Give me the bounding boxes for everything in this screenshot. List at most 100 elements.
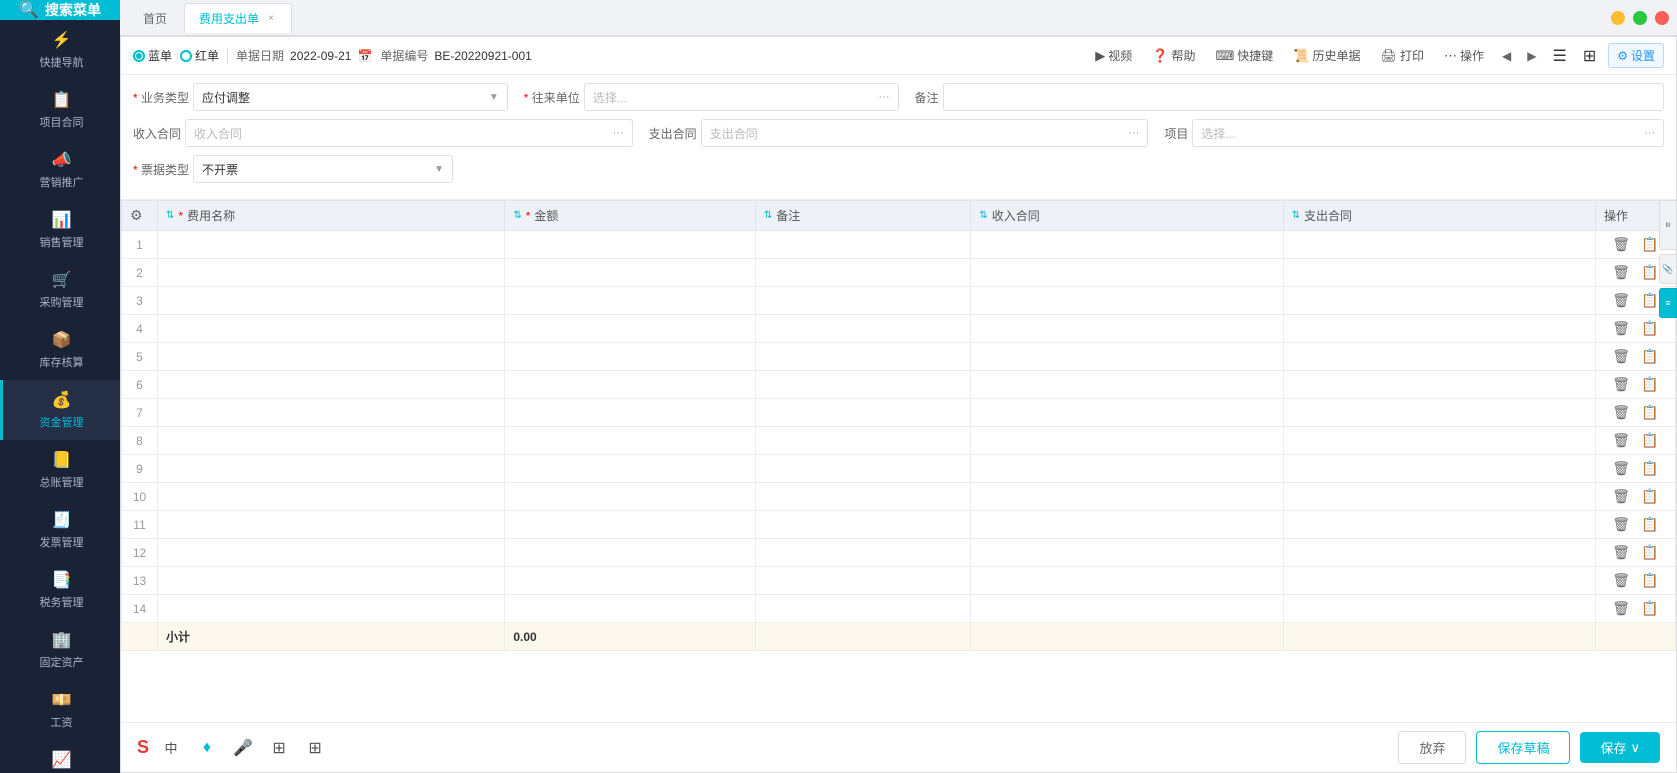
sidebar-item-project-contract[interactable]: 📋 项目合同 [0, 80, 120, 140]
delete-row-btn[interactable]: 🗑 [1610, 234, 1632, 254]
cell-amount[interactable] [505, 539, 755, 567]
cell-expense-contract[interactable] [1283, 287, 1595, 315]
shortcut-btn[interactable]: ⌨ 快捷键 [1209, 44, 1279, 67]
table-container[interactable]: ⚙ ⇅ * 费用名称 ⇅ * [121, 200, 1676, 722]
copy-row-btn[interactable]: 📋 [1639, 234, 1660, 254]
cell-expense-name[interactable] [158, 399, 505, 427]
cell-expense-name[interactable] [158, 315, 505, 343]
th-expense-name[interactable]: ⇅ * 费用名称 [158, 201, 505, 231]
help-btn[interactable]: ❓ 帮助 [1146, 44, 1201, 67]
tab-home[interactable]: 首页 [128, 3, 182, 33]
cell-remark[interactable] [755, 287, 970, 315]
voice-btn[interactable]: 🎤 [229, 734, 257, 762]
copy-row-btn[interactable]: 📋 [1639, 542, 1660, 562]
cell-expense-name[interactable] [158, 483, 505, 511]
close-btn[interactable]: × [1655, 11, 1669, 25]
cell-expense-contract[interactable] [1283, 539, 1595, 567]
cell-expense-name[interactable] [158, 343, 505, 371]
cell-expense-contract[interactable] [1283, 483, 1595, 511]
cell-income-contract[interactable] [971, 595, 1283, 623]
settings-button[interactable]: ⚙ 设置 [1608, 43, 1664, 68]
cell-amount[interactable] [505, 427, 755, 455]
cell-income-contract[interactable] [971, 567, 1283, 595]
cell-income-contract[interactable] [971, 371, 1283, 399]
mic-btn[interactable]: ♦ [193, 734, 221, 762]
blue-doc-radio[interactable]: 蓝单 [133, 47, 172, 64]
video-btn[interactable]: ▶ 视频 [1089, 44, 1138, 67]
delete-row-btn[interactable]: 🗑 [1610, 570, 1632, 590]
copy-row-btn[interactable]: 📋 [1639, 486, 1660, 506]
save-button[interactable]: 保存 ∨ [1580, 732, 1660, 763]
cell-amount[interactable] [505, 511, 755, 539]
sidebar-item-purchase-mgmt[interactable]: 🛒 采购管理 [0, 260, 120, 320]
cell-expense-contract[interactable] [1283, 511, 1595, 539]
red-doc-radio[interactable]: 红单 [180, 47, 219, 64]
cell-amount[interactable] [505, 595, 755, 623]
cell-expense-contract[interactable] [1283, 315, 1595, 343]
operations-btn[interactable]: ⋯ 操作 [1438, 44, 1490, 67]
cell-expense-contract[interactable] [1283, 371, 1595, 399]
th-remark[interactable]: ⇅ 备注 [755, 201, 970, 231]
cell-remark[interactable] [755, 315, 970, 343]
th-amount[interactable]: ⇅ * 金额 [505, 201, 755, 231]
tab-close-btn[interactable]: × [265, 12, 277, 25]
cell-remark[interactable] [755, 511, 970, 539]
cell-amount[interactable] [505, 287, 755, 315]
th-expense-contract[interactable]: ⇅ 支出合同 [1283, 201, 1595, 231]
cell-amount[interactable] [505, 483, 755, 511]
cell-expense-contract[interactable] [1283, 455, 1595, 483]
cell-expense-name[interactable] [158, 511, 505, 539]
cell-remark[interactable] [755, 539, 970, 567]
sidebar-item-tax-mgmt[interactable]: 📑 税务管理 [0, 560, 120, 620]
cell-remark[interactable] [755, 567, 970, 595]
sidebar-search[interactable]: 🔍 搜索菜单 [0, 0, 120, 20]
view-list-btn[interactable]: ☰ [1548, 44, 1570, 68]
copy-row-btn[interactable]: 📋 [1639, 374, 1660, 394]
sidebar-item-inventory[interactable]: 📦 库存核算 [0, 320, 120, 380]
cell-income-contract[interactable] [971, 287, 1283, 315]
right-panel-btn-2[interactable]: 📎 [1659, 254, 1677, 284]
invoice-type-input[interactable]: 不开票 ▼ [193, 155, 453, 183]
cell-expense-contract[interactable] [1283, 595, 1595, 623]
delete-row-btn[interactable]: 🗑 [1610, 430, 1632, 450]
app-btn[interactable]: ⊞ [301, 734, 329, 762]
cell-amount[interactable] [505, 371, 755, 399]
sidebar-item-invoice-mgmt[interactable]: 🧾 发票管理 [0, 500, 120, 560]
sidebar-item-marketing[interactable]: 📣 营销推广 [0, 140, 120, 200]
view-grid-btn[interactable]: ⊞ [1579, 44, 1600, 68]
copy-row-btn[interactable]: 📋 [1639, 570, 1660, 590]
cell-remark[interactable] [755, 483, 970, 511]
delete-row-btn[interactable]: 🗑 [1610, 262, 1632, 282]
cell-expense-name[interactable] [158, 595, 505, 623]
project-input[interactable]: 选择... ··· [1192, 119, 1664, 147]
copy-row-btn[interactable]: 📋 [1639, 318, 1660, 338]
save-draft-button[interactable]: 保存草稿 [1476, 731, 1570, 764]
cell-expense-name[interactable] [158, 231, 505, 259]
cell-expense-name[interactable] [158, 371, 505, 399]
cell-income-contract[interactable] [971, 427, 1283, 455]
cell-income-contract[interactable] [971, 231, 1283, 259]
copy-row-btn[interactable]: 📋 [1639, 402, 1660, 422]
cell-income-contract[interactable] [971, 483, 1283, 511]
cell-remark[interactable] [755, 427, 970, 455]
cell-expense-contract[interactable] [1283, 343, 1595, 371]
cell-income-contract[interactable] [971, 539, 1283, 567]
cell-expense-name[interactable] [158, 539, 505, 567]
cell-income-contract[interactable] [971, 259, 1283, 287]
cell-income-contract[interactable] [971, 343, 1283, 371]
delete-row-btn[interactable]: 🗑 [1610, 514, 1632, 534]
cell-remark[interactable] [755, 231, 970, 259]
delete-row-btn[interactable]: 🗑 [1610, 458, 1632, 478]
sidebar-item-payroll[interactable]: 💴 工资 [0, 680, 120, 740]
table-settings-icon[interactable]: ⚙ [130, 207, 143, 223]
cell-expense-contract[interactable] [1283, 399, 1595, 427]
cell-amount[interactable] [505, 343, 755, 371]
cell-remark[interactable] [755, 343, 970, 371]
cell-expense-name[interactable] [158, 567, 505, 595]
th-gear[interactable]: ⚙ [122, 201, 158, 231]
cell-expense-name[interactable] [158, 259, 505, 287]
tab-expense[interactable]: 费用支出单 × [184, 3, 292, 33]
cell-amount[interactable] [505, 259, 755, 287]
expense-contract-input[interactable]: 支出合同 ··· [701, 119, 1149, 147]
cell-amount[interactable] [505, 567, 755, 595]
